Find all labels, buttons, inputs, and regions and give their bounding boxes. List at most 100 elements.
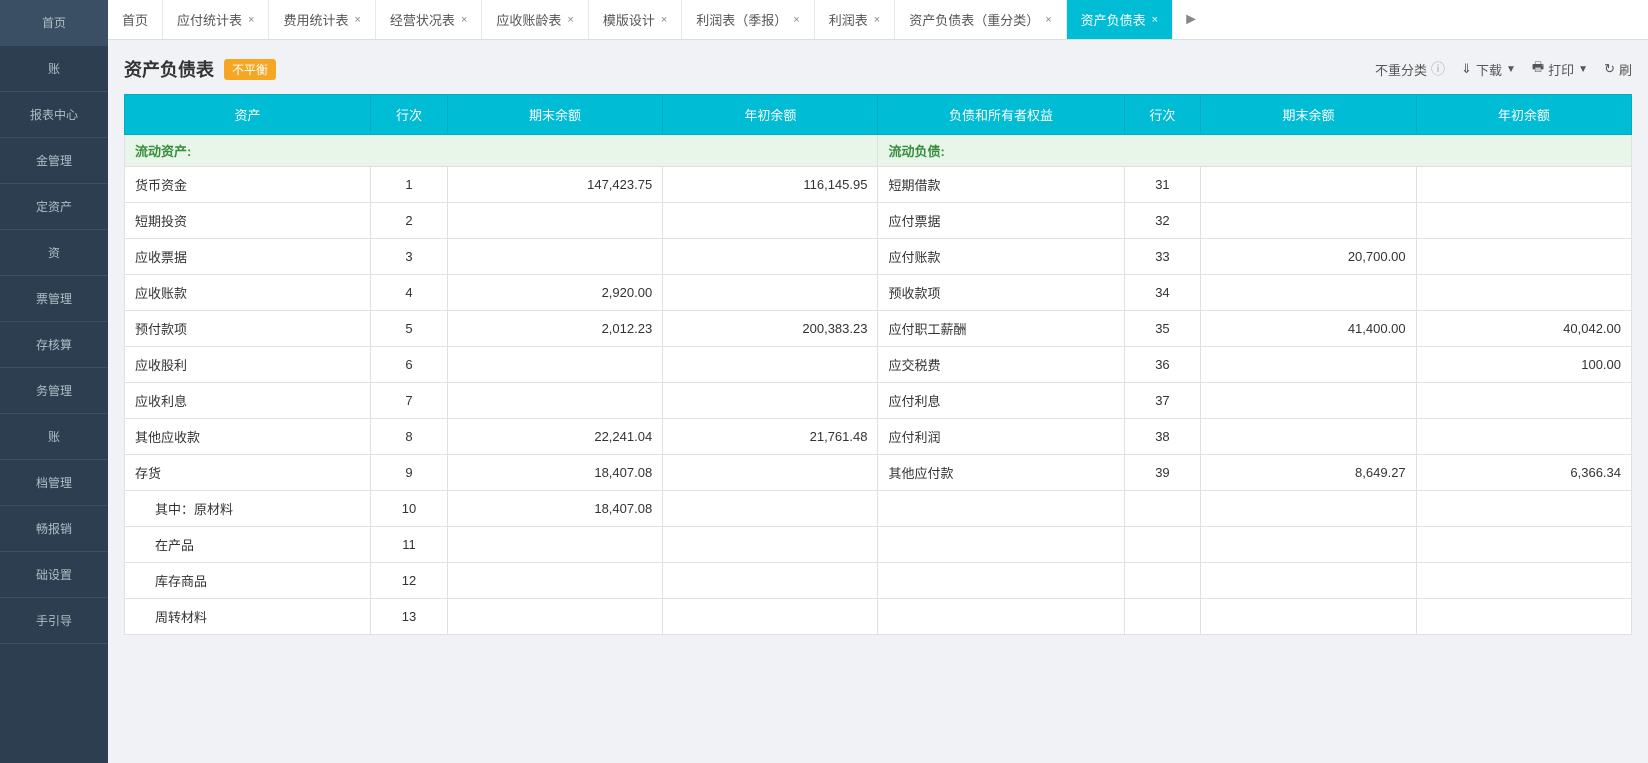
sidebar-item-tax-mgmt[interactable]: 务管理 (0, 368, 108, 414)
right-row-num (1124, 491, 1201, 527)
help-icon: ⓘ (1431, 59, 1445, 79)
right-begin-amount (1416, 167, 1631, 203)
sidebar-item-home[interactable]: 首页 (0, 0, 108, 46)
right-item: 应交税费 (878, 347, 1124, 383)
left-end-amount (447, 599, 662, 635)
left-item: 周转材料 (125, 599, 371, 635)
print-chevron-icon: ▼ (1578, 64, 1588, 75)
left-item: 存货 (125, 455, 371, 491)
right-item (878, 527, 1124, 563)
tab-home[interactable]: 首页 (108, 0, 163, 40)
right-row-num: 36 (1124, 347, 1201, 383)
th-liability: 负债和所有者权益 (878, 95, 1124, 135)
tab-close-profit-quarterly[interactable]: × (793, 14, 799, 26)
th-row-left: 行次 (371, 95, 448, 135)
refresh-button[interactable]: ↻ 刷 (1604, 60, 1632, 79)
tab-close-balance[interactable]: × (1152, 14, 1158, 26)
tab-close-receivable-aging[interactable]: × (567, 14, 573, 26)
left-row-num: 11 (371, 527, 448, 563)
right-item: 应付利息 (878, 383, 1124, 419)
left-row-num: 4 (371, 275, 448, 311)
tab-receivable-aging[interactable]: 应收账龄表 × (482, 0, 588, 40)
right-item: 预收款项 (878, 275, 1124, 311)
print-button[interactable]: 🖶 打印 ▼ (1532, 58, 1588, 80)
download-button[interactable]: ⇓ 下载 ▼ (1461, 60, 1516, 79)
tab-close-operations[interactable]: × (461, 14, 467, 26)
page-header: 资产负债表 不平衡 不重分类 ⓘ ⇓ 下载 ▼ 🖶 打印 ▼ (124, 56, 1632, 82)
right-row-num: 35 (1124, 311, 1201, 347)
page-title-area: 资产负债表 不平衡 (124, 56, 276, 82)
left-begin-amount (663, 275, 878, 311)
th-end-right: 期末余额 (1201, 95, 1416, 135)
sidebar-item-report-center[interactable]: 报表中心 (0, 92, 108, 138)
right-end-amount: 20,700.00 (1201, 239, 1416, 275)
section-left-label: 流动资产: (125, 135, 878, 167)
sidebar-item-account[interactable]: 账 (0, 46, 108, 92)
tab-close-payable-stats[interactable]: × (248, 14, 254, 26)
left-begin-amount: 200,383.23 (663, 311, 878, 347)
left-end-amount (447, 347, 662, 383)
left-begin-amount (663, 239, 878, 275)
left-item: 库存商品 (125, 563, 371, 599)
right-end-amount (1201, 347, 1416, 383)
sidebar-item-assets[interactable]: 资 (0, 230, 108, 276)
right-begin-amount: 40,042.00 (1416, 311, 1631, 347)
left-row-num: 2 (371, 203, 448, 239)
sidebar-item-ledger[interactable]: 账 (0, 414, 108, 460)
right-item: 应付利润 (878, 419, 1124, 455)
th-begin-left: 年初余额 (663, 95, 878, 135)
tab-bar: 首页 应付统计表 × 费用统计表 × 经营状况表 × 应收账龄表 × 模版设计 … (108, 0, 1648, 40)
tab-expense-stats[interactable]: 费用统计表 × (269, 0, 375, 40)
tab-operations[interactable]: 经营状况表 × (376, 0, 482, 40)
sidebar-item-doc-mgmt[interactable]: 档管理 (0, 460, 108, 506)
left-end-amount (447, 239, 662, 275)
left-item: 其他应收款 (125, 419, 371, 455)
right-item (878, 491, 1124, 527)
tab-close-balance-reclassified[interactable]: × (1045, 14, 1051, 26)
right-row-num: 33 (1124, 239, 1201, 275)
left-begin-amount: 116,145.95 (663, 167, 878, 203)
left-end-amount: 18,407.08 (447, 491, 662, 527)
sidebar-item-guide[interactable]: 手引导 (0, 598, 108, 644)
left-item: 货币资金 (125, 167, 371, 203)
right-item: 短期借款 (878, 167, 1124, 203)
tab-profit[interactable]: 利润表 × (815, 0, 895, 40)
left-begin-amount (663, 491, 878, 527)
sidebar-item-fixed-assets[interactable]: 定资产 (0, 184, 108, 230)
tab-template-design[interactable]: 模版设计 × (589, 0, 682, 40)
tab-more-button[interactable]: ► (1173, 11, 1209, 29)
tab-balance[interactable]: 资产负债表 × (1067, 0, 1173, 40)
page-title: 资产负债表 (124, 56, 214, 82)
right-row-num: 38 (1124, 419, 1201, 455)
tab-close-template-design[interactable]: × (661, 14, 667, 26)
tab-profit-quarterly[interactable]: 利润表（季报） × (682, 0, 814, 40)
sidebar-item-expense[interactable]: 畅报销 (0, 506, 108, 552)
tab-payable-stats[interactable]: 应付统计表 × (163, 0, 269, 40)
tab-close-expense-stats[interactable]: × (354, 14, 360, 26)
tab-balance-reclassified[interactable]: 资产负债表（重分类） × (895, 0, 1066, 40)
left-end-amount: 147,423.75 (447, 167, 662, 203)
right-end-amount (1201, 599, 1416, 635)
left-row-num: 10 (371, 491, 448, 527)
left-item: 应收票据 (125, 239, 371, 275)
sidebar-item-invoice-mgmt[interactable]: 票管理 (0, 276, 108, 322)
left-begin-amount (663, 599, 878, 635)
balance-sheet-table: 资产 行次 期末余额 年初余额 负债和所有者权益 行次 期末余额 年初余额 流动… (124, 94, 1632, 635)
right-end-amount (1201, 383, 1416, 419)
left-item: 应收利息 (125, 383, 371, 419)
tab-close-profit[interactable]: × (874, 14, 880, 26)
sidebar-item-inventory[interactable]: 存核算 (0, 322, 108, 368)
left-end-amount: 18,407.08 (447, 455, 662, 491)
no-classify-option[interactable]: 不重分类 ⓘ (1375, 59, 1445, 79)
print-icon: 🖶 (1532, 58, 1544, 80)
right-end-amount (1201, 275, 1416, 311)
left-row-num: 9 (371, 455, 448, 491)
sidebar-item-fund-management[interactable]: 金管理 (0, 138, 108, 184)
right-end-amount: 8,649.27 (1201, 455, 1416, 491)
th-end-left: 期末余额 (447, 95, 662, 135)
left-end-amount: 2,012.23 (447, 311, 662, 347)
sidebar-item-basic-settings[interactable]: 础设置 (0, 552, 108, 598)
right-end-amount (1201, 527, 1416, 563)
right-row-num: 37 (1124, 383, 1201, 419)
th-row-right: 行次 (1124, 95, 1201, 135)
